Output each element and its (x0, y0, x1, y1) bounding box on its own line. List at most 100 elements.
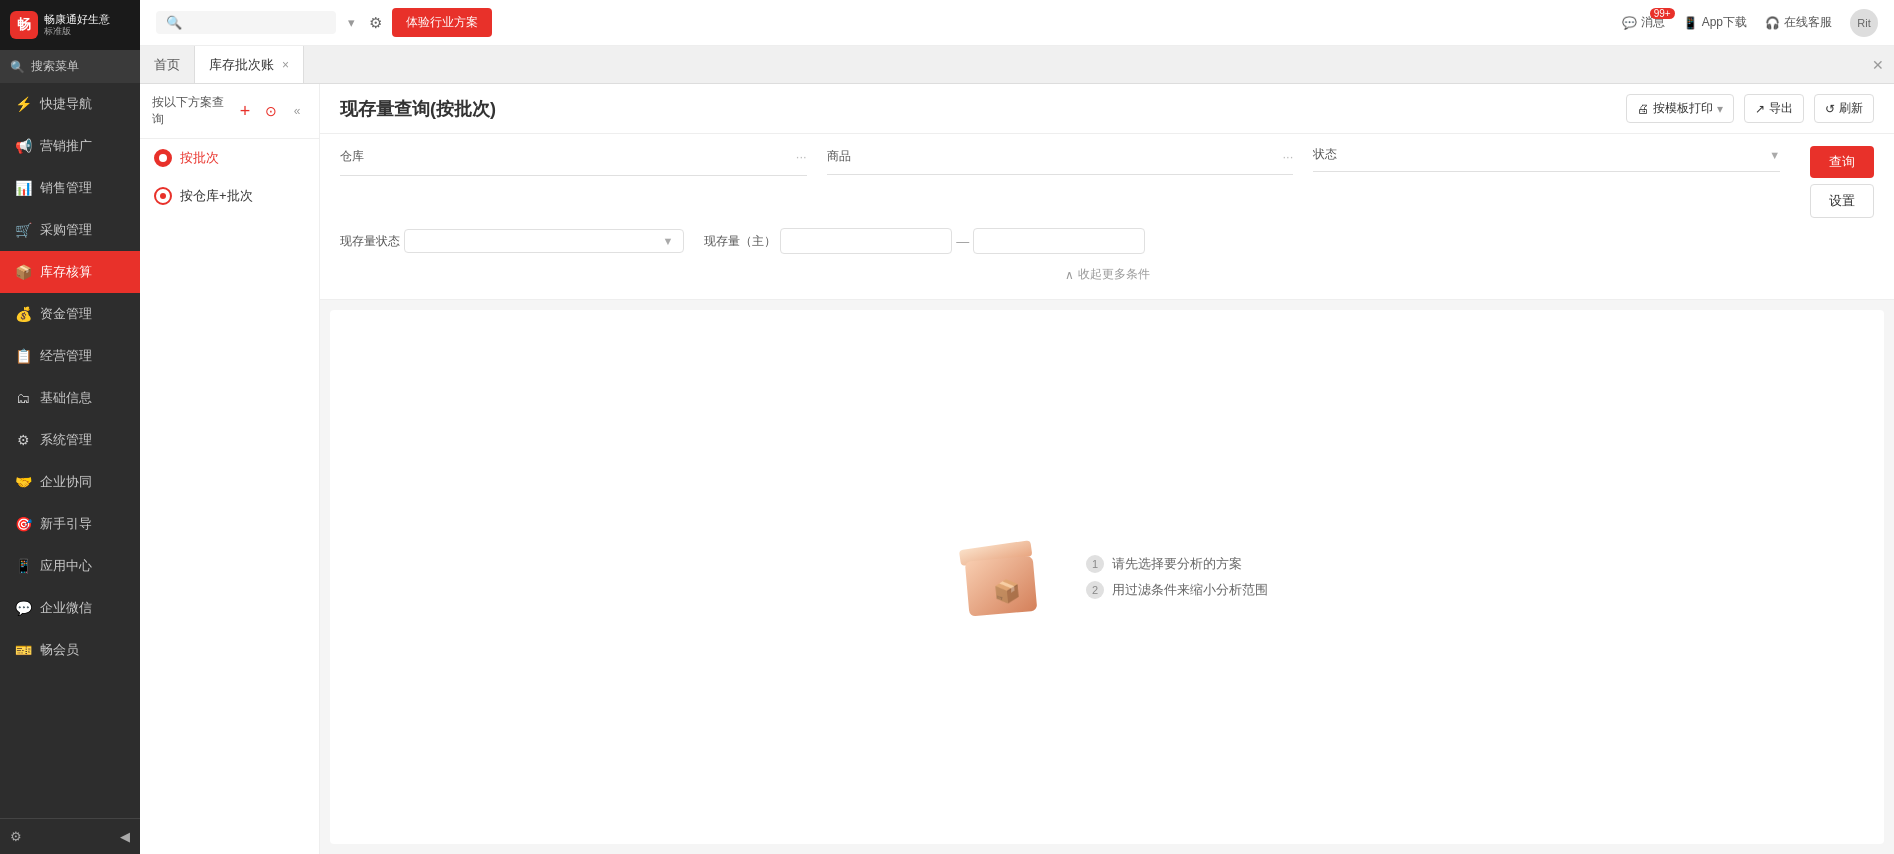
left-panel: 按以下方案查询 + ⊙ « 按批次 按仓库 (140, 84, 320, 854)
product-more-icon[interactable]: ··· (1283, 149, 1294, 164)
stock-qty-field: 现存量（主） — (704, 228, 1145, 254)
page-content: 按以下方案查询 + ⊙ « 按批次 按仓库 (140, 84, 1894, 854)
export-button[interactable]: ↗ 导出 (1744, 94, 1804, 123)
sidebar-item-member[interactable]: 🎫 畅会员 (0, 629, 140, 671)
sidebar-item-appstore[interactable]: 📱 应用中心 (0, 545, 140, 587)
warehouse-input[interactable] (368, 146, 788, 167)
tabs-bar: 首页 库存批次账 × ✕ (140, 46, 1894, 84)
sidebar-bottom: ⚙ ◀ (0, 818, 140, 854)
status-select[interactable]: ▼ (1341, 149, 1780, 161)
refresh-icon: ↺ (1825, 102, 1835, 116)
topbar-search-box[interactable]: 🔍 (156, 11, 336, 34)
nav-icon-quick: ⚡ (14, 95, 32, 113)
page-actions: 🖨 按模板打印 ▾ ↗ 导出 ↺ 刷新 (1626, 94, 1874, 123)
status-label: 状态 (1313, 146, 1337, 163)
topbar-gear-icon[interactable]: ⚙ (369, 14, 382, 32)
collapse-icon: ∧ (1065, 268, 1074, 282)
tab-panel-close-icon[interactable]: ✕ (1872, 57, 1884, 73)
sidebar-item-finance[interactable]: 💰 资金管理 (0, 293, 140, 335)
tip-num-2: 2 (1086, 581, 1104, 599)
svg-point-0 (159, 154, 167, 162)
topbar-search-icon: 🔍 (166, 15, 182, 30)
sidebar-item-basic[interactable]: 🗂 基础信息 (0, 377, 140, 419)
online-service-button[interactable]: 🎧 在线客服 (1765, 14, 1832, 31)
query-button[interactable]: 查询 (1810, 146, 1874, 178)
sidebar-collapse-icon[interactable]: ◀ (120, 829, 130, 844)
settings-plan-button[interactable]: ⊙ (261, 101, 281, 121)
message-icon: 💬 (1622, 16, 1637, 30)
empty-state-content: 📦 1 请先选择要分析的方案 2 用过滤条件来缩小分析范围 (946, 522, 1268, 632)
nav-icon-member: 🎫 (14, 641, 32, 659)
tab-extra-close: ✕ (1864, 57, 1894, 73)
search-icon: 🔍 (10, 60, 25, 74)
template-print-button[interactable]: 🖨 按模板打印 ▾ (1626, 94, 1734, 123)
left-panel-header: 按以下方案查询 + ⊙ « (140, 84, 319, 139)
sidebar-item-wechat[interactable]: 💬 企业微信 (0, 587, 140, 629)
main-area: 🔍 ▾ ⚙ 体验行业方案 💬 消息 99+ 📱 App下载 🎧 在线客服 Rit (140, 0, 1894, 854)
sidebar-item-quick-nav[interactable]: ⚡ 快捷导航 (0, 83, 140, 125)
sidebar-item-inventory[interactable]: 📦 库存核算 (0, 251, 140, 293)
topbar: 🔍 ▾ ⚙ 体验行业方案 💬 消息 99+ 📱 App下载 🎧 在线客服 Rit (140, 0, 1894, 46)
nav-icon-wechat: 💬 (14, 599, 32, 617)
empty-tip-1: 1 请先选择要分析的方案 (1086, 555, 1268, 573)
sidebar-nav: ⚡ 快捷导航 📢 营销推广 📊 销售管理 🛒 采购管理 📦 库存核算 💰 资金管… (0, 83, 140, 818)
sidebar-item-purchase[interactable]: 🛒 采购管理 (0, 209, 140, 251)
stock-qty-min-input[interactable] (780, 228, 952, 254)
app-title: 畅康通好生意 标准版 (44, 12, 110, 38)
nav-icon-inventory: 📦 (14, 263, 32, 281)
message-badge: 99+ (1650, 8, 1675, 19)
sidebar-item-enterprise[interactable]: 🤝 企业协同 (0, 461, 140, 503)
sidebar-item-newbie[interactable]: 🎯 新手引导 (0, 503, 140, 545)
tab-inventory-batch[interactable]: 库存批次账 × (195, 46, 304, 83)
plan-icon-by-warehouse-batch (154, 187, 172, 205)
stock-qty-label: 现存量（主） (704, 233, 776, 250)
refresh-button[interactable]: ↺ 刷新 (1814, 94, 1874, 123)
sidebar-header: 畅 畅康通好生意 标准版 (0, 0, 140, 50)
sidebar-settings-icon[interactable]: ⚙ (10, 829, 22, 844)
messages-button[interactable]: 💬 消息 99+ (1622, 14, 1665, 31)
stock-status-label: 现存量状态 (340, 233, 400, 250)
sidebar-search[interactable]: 🔍 搜索菜单 (0, 50, 140, 83)
nav-icon-purchase: 🛒 (14, 221, 32, 239)
collapse-plan-button[interactable]: « (287, 101, 307, 121)
sidebar-item-system[interactable]: ⚙ 系统管理 (0, 419, 140, 461)
plan-icon-by-batch (154, 149, 172, 167)
sidebar-item-sales[interactable]: 📊 销售管理 (0, 167, 140, 209)
trial-button[interactable]: 体验行业方案 (392, 8, 492, 37)
app-download-button[interactable]: 📱 App下载 (1683, 14, 1747, 31)
download-icon: 📱 (1683, 16, 1698, 30)
nav-icon-finance: 💰 (14, 305, 32, 323)
nav-icon-system: ⚙ (14, 431, 32, 449)
nav-icon-appstore: 📱 (14, 557, 32, 575)
collapse-more-button[interactable]: ∧ 收起更多条件 (340, 262, 1874, 287)
add-plan-button[interactable]: + (235, 101, 255, 121)
user-avatar[interactable]: Rit (1850, 9, 1878, 37)
filter-settings-button[interactable]: 设置 (1810, 184, 1874, 218)
filter-area: 仓库 ··· 商品 ··· 状态 ▼ (320, 134, 1894, 300)
right-content: 现存量查询(按批次) 🖨 按模板打印 ▾ ↗ 导出 ↺ 刷新 (320, 84, 1894, 854)
topbar-chevron-icon[interactable]: ▾ (348, 15, 355, 30)
stock-status-field: 现存量状态 ▼ (340, 229, 684, 253)
warehouse-more-icon[interactable]: ··· (796, 149, 807, 164)
nav-icon-sales: 📊 (14, 179, 32, 197)
page-title: 现存量查询(按批次) (340, 97, 496, 121)
plan-item-by-warehouse-batch[interactable]: 按仓库+批次 (140, 177, 319, 215)
tip-num-1: 1 (1086, 555, 1104, 573)
tab-close-icon[interactable]: × (282, 58, 289, 72)
left-panel-title: 按以下方案查询 (152, 94, 235, 128)
sidebar-item-marketing[interactable]: 📢 营销推广 (0, 125, 140, 167)
sidebar-item-business[interactable]: 📋 经营管理 (0, 335, 140, 377)
stock-status-select[interactable]: ▼ (404, 229, 684, 253)
warehouse-label: 仓库 (340, 148, 364, 165)
nav-icon-marketing: 📢 (14, 137, 32, 155)
product-input[interactable] (855, 146, 1275, 166)
nav-icon-basic: 🗂 (14, 389, 32, 407)
plan-item-by-batch[interactable]: 按批次 (140, 139, 319, 177)
topbar-search-input[interactable] (188, 16, 288, 30)
topbar-right: 💬 消息 99+ 📱 App下载 🎧 在线客服 Rit (1622, 9, 1878, 37)
svg-text:📦: 📦 (992, 576, 1022, 605)
tab-home[interactable]: 首页 (140, 46, 195, 83)
stock-qty-max-input[interactable] (973, 228, 1145, 254)
empty-tips: 1 请先选择要分析的方案 2 用过滤条件来缩小分析范围 (1086, 555, 1268, 599)
empty-box-svg: 📦 (958, 537, 1048, 627)
